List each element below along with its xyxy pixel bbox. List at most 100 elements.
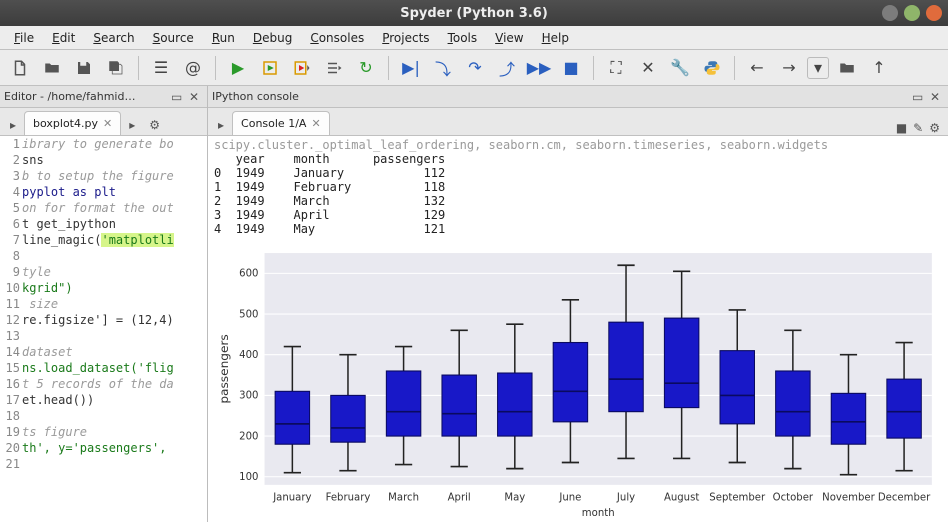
debug-out-button[interactable]: ⤴	[493, 54, 521, 82]
code-editor[interactable]: 123456789101112131415161718192021 ibrary…	[0, 136, 207, 522]
console-tabrow: ▸ Console 1/A ✕ ■ ✎ ⚙	[208, 108, 948, 136]
dataframe-head: year month passengers 0 1949 January 112…	[214, 152, 942, 236]
preferences-button[interactable]: 🔧	[666, 54, 694, 82]
at-button[interactable]: @	[179, 54, 207, 82]
save-all-button[interactable]	[102, 54, 130, 82]
svg-text:500: 500	[239, 308, 259, 321]
editor-pane: Editor - /home/fahmid… ▭ ✕ ▸ boxplot4.py…	[0, 86, 208, 522]
menu-edit[interactable]: Edit	[44, 29, 83, 47]
menubar: FileEditSearchSourceRunDebugConsolesProj…	[0, 26, 948, 50]
console-pane-header: IPython console ▭ ✕	[208, 86, 948, 108]
svg-text:February: February	[326, 491, 371, 504]
pane-close-icon[interactable]: ✕	[930, 90, 944, 104]
minimize-button[interactable]	[882, 5, 898, 21]
browse-wd-button[interactable]	[833, 54, 861, 82]
toolbar-separator	[734, 56, 735, 80]
svg-text:July: July	[616, 491, 635, 504]
svg-text:January: January	[272, 491, 311, 504]
svg-text:300: 300	[239, 389, 259, 402]
rerun-button[interactable]: ↻	[352, 54, 380, 82]
editor-tabrow: ▸ boxplot4.py ✕ ▸ ⚙	[0, 108, 207, 136]
run-cell-button[interactable]	[256, 54, 284, 82]
wd-dropdown[interactable]: ▾	[807, 57, 829, 79]
maximize-button[interactable]	[904, 5, 920, 21]
run-selection-button[interactable]	[320, 54, 348, 82]
svg-text:May: May	[504, 491, 525, 504]
save-button[interactable]	[70, 54, 98, 82]
svg-text:August: August	[664, 491, 699, 504]
tab-scroll-icon[interactable]: ▸	[123, 115, 141, 135]
svg-text:100: 100	[239, 471, 259, 484]
titlebar: Spyder (Python 3.6)	[0, 0, 948, 26]
toolbar-separator	[388, 56, 389, 80]
svg-text:passengers: passengers	[218, 334, 231, 403]
debug-over-button[interactable]: ↷	[461, 54, 489, 82]
maximize-pane-button[interactable]: ⛶	[602, 54, 630, 82]
close-button[interactable]	[926, 5, 942, 21]
console-tab-1a[interactable]: Console 1/A ✕	[232, 111, 330, 135]
open-file-button[interactable]	[38, 54, 66, 82]
outline-button[interactable]: ☰	[147, 54, 175, 82]
editor-tab-boxplot4[interactable]: boxplot4.py ✕	[24, 111, 121, 135]
forward-button[interactable]: →	[775, 54, 803, 82]
tab-list-icon[interactable]: ▸	[4, 115, 22, 135]
pane-options-icon[interactable]: ▭	[171, 90, 185, 104]
svg-text:December: December	[878, 491, 931, 504]
toolbar: ☰ @ ▶ ↻ ▶| ⤵ ↷ ⤴ ▶▶ ■ ⛶ ✕ 🔧 ← → ▾ ↑	[0, 50, 948, 86]
window-title: Spyder (Python 3.6)	[400, 6, 548, 21]
tab-list-icon[interactable]: ▸	[212, 115, 230, 135]
interrupt-icon[interactable]: ■	[896, 121, 907, 135]
menu-file[interactable]: File	[6, 29, 42, 47]
run-button[interactable]: ▶	[224, 54, 252, 82]
python-path-button[interactable]	[698, 54, 726, 82]
editor-tab-label: boxplot4.py	[33, 117, 98, 130]
console-pane: IPython console ▭ ✕ ▸ Console 1/A ✕ ■ ✎ …	[208, 86, 948, 522]
new-file-button[interactable]	[6, 54, 34, 82]
editor-pane-title: Editor - /home/fahmid…	[4, 90, 135, 103]
svg-text:200: 200	[239, 430, 259, 443]
svg-text:November: November	[822, 491, 875, 504]
console-pane-title: IPython console	[212, 90, 299, 103]
pane-options-icon[interactable]: ▭	[912, 90, 926, 104]
toolbar-separator	[593, 56, 594, 80]
menu-consoles[interactable]: Consoles	[302, 29, 372, 47]
window-controls	[882, 5, 942, 21]
console-options-icon[interactable]: ⚙	[929, 121, 940, 135]
close-tab-icon[interactable]: ✕	[103, 117, 112, 130]
svg-text:600: 600	[239, 267, 259, 280]
back-button[interactable]: ←	[743, 54, 771, 82]
menu-projects[interactable]: Projects	[374, 29, 437, 47]
boxplot-chart: 100 200 300 400 500 600 passengers January Febru…	[214, 242, 942, 518]
fullscreen-button[interactable]: ✕	[634, 54, 662, 82]
menu-view[interactable]: View	[487, 29, 531, 47]
parent-dir-button[interactable]: ↑	[865, 54, 893, 82]
menu-debug[interactable]: Debug	[245, 29, 300, 47]
svg-text:September: September	[709, 491, 765, 504]
editor-options-icon[interactable]: ⚙	[143, 115, 166, 135]
menu-run[interactable]: Run	[204, 29, 243, 47]
svg-text:month: month	[582, 506, 615, 518]
menu-source[interactable]: Source	[145, 29, 202, 47]
svg-text:400: 400	[239, 349, 259, 362]
toolbar-separator	[138, 56, 139, 80]
svg-text:March: March	[388, 491, 419, 504]
run-cell-advance-button[interactable]	[288, 54, 316, 82]
console-output[interactable]: scipy.cluster._optimal_leaf_ordering, se…	[208, 136, 948, 522]
debug-into-button[interactable]: ⤵	[429, 54, 457, 82]
menu-tools[interactable]: Tools	[440, 29, 486, 47]
clear-icon[interactable]: ✎	[913, 121, 923, 135]
menu-help[interactable]: Help	[534, 29, 577, 47]
pane-close-icon[interactable]: ✕	[189, 90, 203, 104]
debug-step-button[interactable]: ▶|	[397, 54, 425, 82]
svg-text:June: June	[558, 491, 581, 504]
menu-search[interactable]: Search	[85, 29, 142, 47]
console-truncated-line: scipy.cluster._optimal_leaf_ordering, se…	[214, 138, 942, 152]
editor-pane-header: Editor - /home/fahmid… ▭ ✕	[0, 86, 207, 108]
svg-text:April: April	[448, 491, 471, 504]
console-tab-label: Console 1/A	[241, 117, 306, 130]
debug-continue-button[interactable]: ▶▶	[525, 54, 553, 82]
debug-stop-button[interactable]: ■	[557, 54, 585, 82]
svg-text:October: October	[773, 491, 814, 504]
close-tab-icon[interactable]: ✕	[311, 117, 320, 130]
main-split: Editor - /home/fahmid… ▭ ✕ ▸ boxplot4.py…	[0, 86, 948, 522]
